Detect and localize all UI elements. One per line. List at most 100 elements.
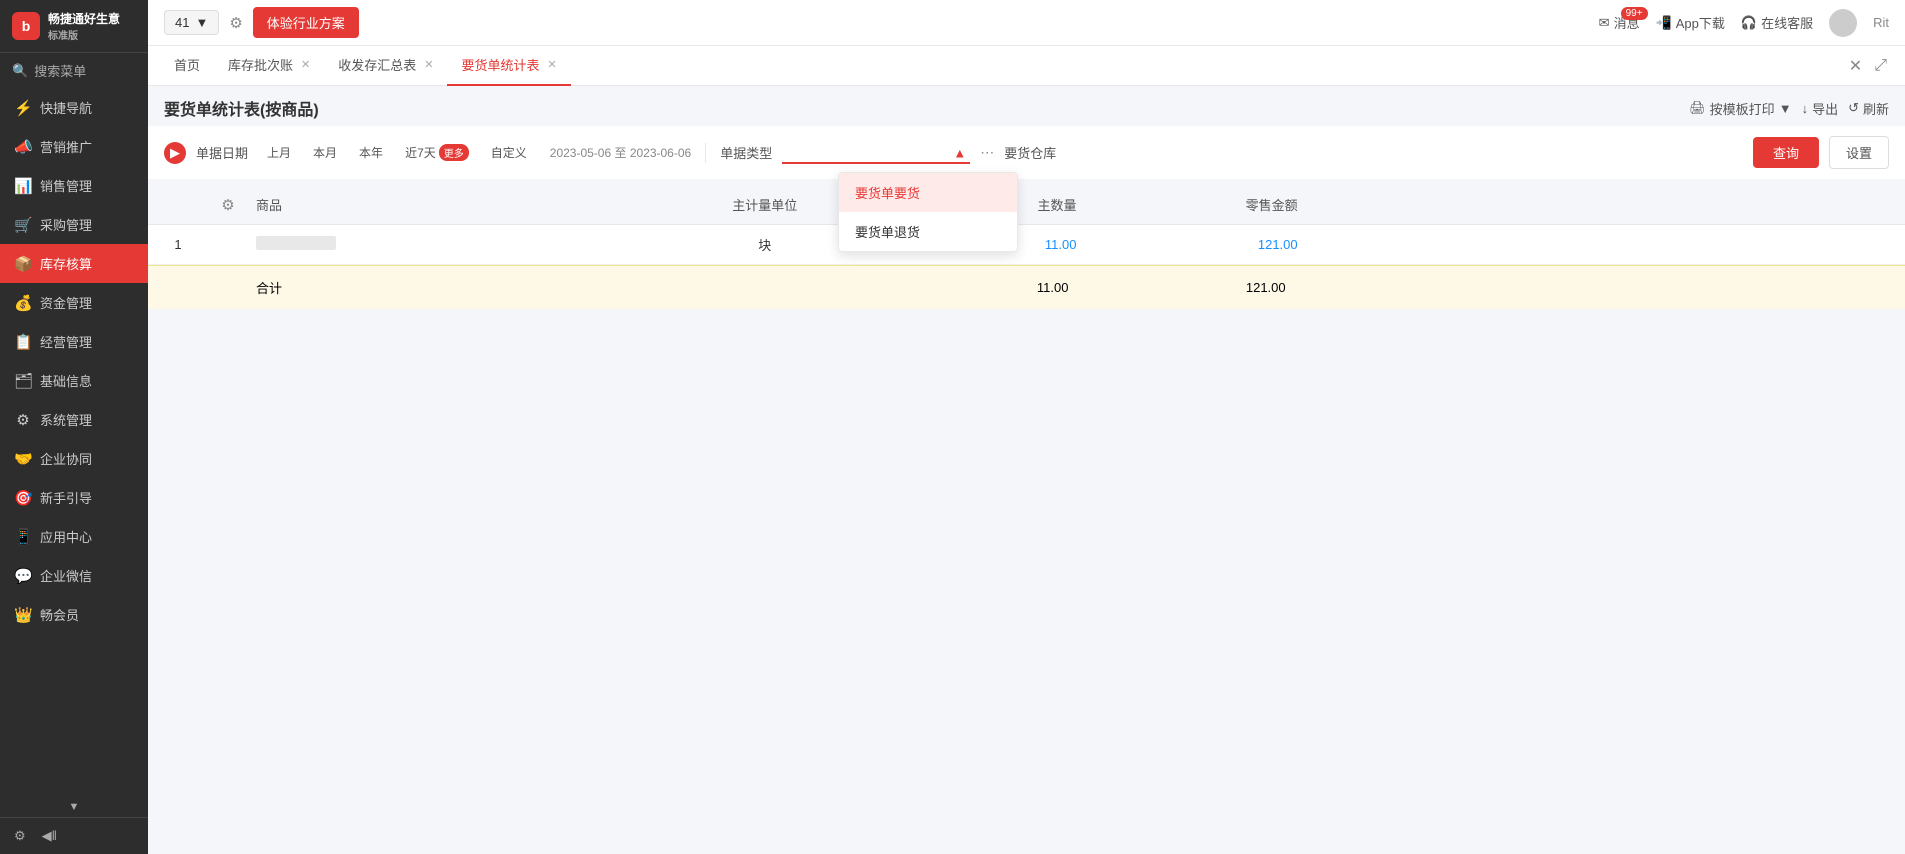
settings-button[interactable]: ⚙: [14, 828, 26, 844]
tabs-bar: 首页 库存批次账 ✕ 收发存汇总表 ✕ 要货单统计表 ✕ ✕ ⤢: [148, 46, 1905, 86]
marketing-icon: 📣: [14, 138, 32, 156]
export-button[interactable]: ↓ 导出: [1802, 99, 1839, 118]
type-filter-label: 单据类型: [720, 143, 772, 162]
set-button[interactable]: 设置: [1829, 136, 1889, 169]
table-footer: 合计 11.00 121.00: [148, 265, 1905, 309]
sidebar-item-finance[interactable]: 💰 资金管理: [0, 283, 148, 322]
print-icon: 🖨: [1689, 100, 1706, 116]
sidebar-search[interactable]: 🔍 搜索菜单: [0, 53, 148, 88]
tab-close-all-icon[interactable]: ✕: [1843, 56, 1868, 76]
tab-receivable-summary[interactable]: 收发存汇总表 ✕: [324, 46, 447, 86]
search-icon: 🔍: [12, 63, 28, 79]
print-chevron-icon: ▼: [1779, 101, 1792, 116]
sidebar-item-app-center[interactable]: 📱 应用中心: [0, 517, 148, 556]
top-header: 41 ▼ ⚙ 体验行业方案 ✉ 消息 99+ 📲 App下载 🎧 在线客服 Ri…: [148, 0, 1905, 46]
qty-link[interactable]: 11.00: [1045, 237, 1077, 252]
purchase-icon: 🛒: [14, 216, 32, 234]
page-content: 要货单统计表(按商品) 🖨 按模板打印 ▼ ↓ 导出 ↺ 刷新 ▶: [148, 86, 1905, 854]
sidebar-item-sales[interactable]: 📊 销售管理: [0, 166, 148, 205]
header-left: 41 ▼ ⚙ 体验行业方案: [164, 7, 359, 38]
sidebar-item-marketing[interactable]: 📣 营销推广: [0, 127, 148, 166]
tab-inventory-batch[interactable]: 库存批次账 ✕: [214, 46, 324, 86]
type-chevron-up-icon[interactable]: ▲: [953, 145, 966, 160]
message-icon: ✉: [1599, 15, 1610, 31]
sidebar: b 畅捷通好生意 标准版 🔍 搜索菜单 ⚡ 快捷导航 📣 营销推广 📊 销售管理…: [0, 0, 148, 854]
print-button[interactable]: 🖨 按模板打印 ▼: [1689, 99, 1791, 118]
avatar[interactable]: [1829, 9, 1857, 37]
sidebar-item-basic[interactable]: 🗂 基础信息: [0, 361, 148, 400]
sidebar-item-enterprise[interactable]: 🤝 企业协同: [0, 439, 148, 478]
guide-icon: 🎯: [14, 489, 32, 507]
trial-button[interactable]: 体验行业方案: [253, 7, 359, 38]
header-right: ✉ 消息 99+ 📲 App下载 🎧 在线客服 Rit: [1599, 9, 1889, 37]
sidebar-item-quick-nav[interactable]: ⚡ 快捷导航: [0, 88, 148, 127]
tab-close-receivable-summary[interactable]: ✕: [424, 58, 433, 71]
sidebar-item-operation[interactable]: 📋 经营管理: [0, 322, 148, 361]
filter-more-btn[interactable]: ⋯: [980, 144, 994, 161]
type-dropdown: 要货单要货 要货单退货: [838, 172, 1018, 252]
sales-icon: 📊: [14, 177, 32, 195]
operation-icon: 📋: [14, 333, 32, 351]
store-selector[interactable]: 41 ▼: [164, 10, 219, 35]
sidebar-item-guide[interactable]: 🎯 新手引导: [0, 478, 148, 517]
tab-close-order-stats[interactable]: ✕: [548, 58, 557, 71]
date-pill-this-year[interactable]: 本年: [350, 140, 392, 165]
basic-icon: 🗂: [14, 372, 32, 390]
tab-fullscreen-icon[interactable]: ⤢: [1868, 57, 1893, 75]
footer-amount: 121.00: [1085, 280, 1302, 295]
table-header-row: ⚙ 商品 主计量单位 主数量 零售金额: [148, 185, 1905, 225]
online-service-item[interactable]: 🎧 在线客服: [1741, 13, 1813, 32]
enterprise-icon: 🤝: [14, 450, 32, 468]
type-filter-input[interactable]: [782, 141, 970, 164]
finance-icon: 💰: [14, 294, 32, 312]
col-header-product: 商品: [248, 195, 658, 214]
date-pill-custom[interactable]: 自定义: [482, 140, 536, 165]
date-pills: 上月 本月 本年 近7天 更多 自定义: [258, 140, 536, 165]
dropdown-item-order-goods[interactable]: 要货单要货: [839, 173, 1017, 212]
collapse-button[interactable]: ◀‖: [42, 828, 57, 844]
date-pill-this-month[interactable]: 本月: [304, 140, 346, 165]
sidebar-item-purchase[interactable]: 🛒 采购管理: [0, 205, 148, 244]
filter-expand-button[interactable]: ▶: [164, 142, 186, 164]
sidebar-item-inventory[interactable]: 📦 库存核算: [0, 244, 148, 283]
messages-item[interactable]: ✉ 消息 99+: [1599, 13, 1640, 32]
tab-order-stats[interactable]: 要货单统计表 ✕: [447, 46, 570, 86]
dropdown-item-order-return[interactable]: 要货单退货: [839, 212, 1017, 251]
app-download-item[interactable]: 📲 App下载: [1656, 13, 1725, 32]
row-product: [248, 236, 658, 253]
filter-divider-1: [705, 143, 706, 163]
chevron-down-icon: ▼: [195, 15, 208, 30]
sidebar-item-member[interactable]: 👑 畅会员: [0, 595, 148, 634]
query-button[interactable]: 查询: [1753, 137, 1819, 168]
filter-panel: ▶ 单据日期 上月 本月 本年 近7天 更多 自定义 2023-05-06 至 …: [148, 126, 1905, 179]
header-gear-icon[interactable]: ⚙: [229, 14, 242, 32]
sidebar-nav: ⚡ 快捷导航 📣 营销推广 📊 销售管理 🛒 采购管理 📦 库存核算 💰 资金管…: [0, 88, 148, 797]
tab-home[interactable]: 首页: [160, 46, 214, 86]
table-settings-icon[interactable]: ⚙: [221, 197, 234, 214]
sidebar-item-system[interactable]: ⚙ 系统管理: [0, 400, 148, 439]
main-area: 41 ▼ ⚙ 体验行业方案 ✉ 消息 99+ 📲 App下载 🎧 在线客服 Ri…: [148, 0, 1905, 854]
sidebar-scroll-down[interactable]: ▼: [0, 797, 148, 817]
app-center-icon: 📱: [14, 528, 32, 546]
page-title: 要货单统计表(按商品): [164, 96, 319, 120]
system-icon: ⚙: [14, 411, 32, 429]
service-icon: 🎧: [1741, 15, 1757, 31]
row-num: 1: [148, 237, 208, 252]
data-table: ⚙ 商品 主计量单位 主数量 零售金额 1 块 11.00: [148, 185, 1905, 309]
logo-text: 畅捷通好生意 标准版: [48, 10, 120, 42]
refresh-button[interactable]: ↺ 刷新: [1848, 99, 1889, 118]
footer-label: 合计: [248, 278, 666, 297]
date-pill-last7days[interactable]: 近7天 更多: [396, 140, 478, 165]
tab-close-inventory-batch[interactable]: ✕: [301, 58, 310, 71]
date-filter-label: 单据日期: [196, 143, 248, 162]
user-name: Rit: [1873, 15, 1889, 30]
warehouse-filter-label: 要货仓库: [1004, 143, 1056, 162]
col-header-settings[interactable]: ⚙: [208, 196, 248, 214]
refresh-icon: ↺: [1848, 100, 1859, 116]
table-row: 1 块 11.00 121.00: [148, 225, 1905, 265]
date-pill-prev-month[interactable]: 上月: [258, 140, 300, 165]
amount-link[interactable]: 121.00: [1258, 237, 1298, 252]
col-header-amount: 零售金额: [1093, 195, 1314, 214]
sidebar-item-wechat[interactable]: 💬 企业微信: [0, 556, 148, 595]
logo-area: b 畅捷通好生意 标准版: [0, 0, 148, 53]
